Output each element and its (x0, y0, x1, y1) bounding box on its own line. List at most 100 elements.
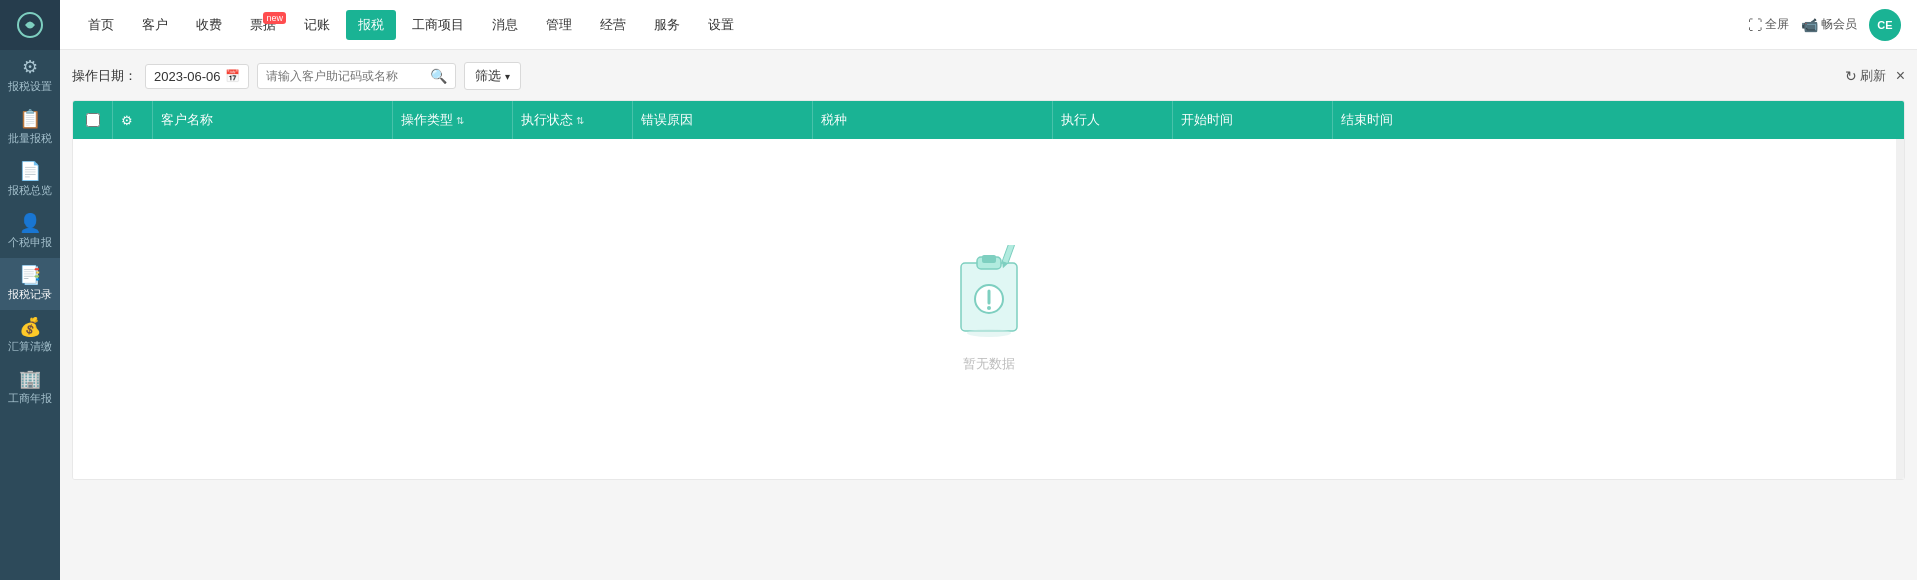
svg-rect-7 (1002, 245, 1014, 264)
th-exec-status[interactable]: 执行状态 ⇅ (513, 101, 633, 139)
th-tax-type: 税种 (813, 101, 1053, 139)
th-exec-status-label: 执行状态 (521, 111, 573, 129)
nav-manage[interactable]: 管理 (534, 10, 584, 40)
personal-tax-icon: 👤 (19, 214, 41, 232)
main-area: 首页 客户 收费 票据 new 记账 报税 工商项目 消息 管理 经营 服务 设… (60, 0, 1917, 580)
sidebar-item-label: 工商年报 (8, 391, 52, 406)
nav-tax[interactable]: 报税 (346, 10, 396, 40)
fullscreen-button[interactable]: ⛶ 全屏 (1748, 16, 1789, 33)
svg-point-9 (967, 329, 1011, 337)
sidebar-item-tax-settings[interactable]: ⚙ 报税设置 (0, 50, 60, 102)
refresh-button[interactable]: ↻ 刷新 (1845, 67, 1886, 85)
th-operation-type[interactable]: 操作类型 ⇅ (393, 101, 513, 139)
nav-operation[interactable]: 经营 (588, 10, 638, 40)
sidebar-logo[interactable] (0, 0, 60, 50)
search-input[interactable] (266, 69, 426, 83)
th-end-time-label: 结束时间 (1341, 111, 1393, 129)
th-customer-label: 客户名称 (161, 111, 213, 129)
calc-payment-icon: 💰 (19, 318, 41, 336)
sidebar-item-tax-summary[interactable]: 📄 报税总览 (0, 154, 60, 206)
annual-report-icon: 🏢 (19, 370, 41, 388)
date-value: 2023-06-06 (154, 69, 221, 84)
th-end-time: 结束时间 (1333, 101, 1453, 139)
th-checkbox[interactable] (73, 101, 113, 139)
th-error-reason-label: 错误原因 (641, 111, 693, 129)
fullscreen-label: 全屏 (1765, 16, 1789, 33)
th-executor: 执行人 (1053, 101, 1173, 139)
empty-illustration (949, 245, 1029, 345)
scroll-indicator[interactable] (1896, 139, 1904, 479)
close-icon: × (1896, 67, 1905, 84)
table-header: ⚙ 客户名称 操作类型 ⇅ 执行状态 ⇅ 错误原因 (73, 101, 1904, 139)
sort-icon: ⇅ (576, 115, 584, 126)
user-initials: CE (1877, 19, 1892, 31)
sidebar-item-label: 批量报税 (8, 131, 52, 146)
calendar-icon: 📅 (225, 69, 240, 83)
sidebar-item-calc-payment[interactable]: 💰 汇算清缴 (0, 310, 60, 362)
close-button[interactable]: × (1896, 67, 1905, 85)
filter-label: 筛选 (475, 67, 501, 85)
sidebar-item-batch-tax[interactable]: 📋 批量报税 (0, 102, 60, 154)
fullscreen-icon: ⛶ (1748, 17, 1762, 33)
refresh-label: 刷新 (1860, 67, 1886, 85)
member-button[interactable]: 📹 畅会员 (1801, 16, 1857, 33)
nav-settings[interactable]: 设置 (696, 10, 746, 40)
batch-tax-icon: 📋 (19, 110, 41, 128)
new-badge: new (263, 12, 286, 25)
nav-customer[interactable]: 客户 (130, 10, 180, 40)
sort-icon: ⇅ (456, 115, 464, 126)
content-area: 操作日期： 2023-06-06 📅 🔍 筛选 ▾ ↻ 刷新 (60, 50, 1917, 580)
sidebar-item-label: 报税设置 (8, 79, 52, 94)
nav-items: 首页 客户 收费 票据 new 记账 报税 工商项目 消息 管理 经营 服务 设… (76, 10, 1748, 40)
chevron-down-icon: ▾ (505, 71, 510, 82)
date-picker[interactable]: 2023-06-06 📅 (145, 64, 249, 89)
filter-button[interactable]: 筛选 ▾ (464, 62, 521, 90)
th-start-time: 开始时间 (1173, 101, 1333, 139)
member-label: 畅会员 (1821, 16, 1857, 33)
nav-message[interactable]: 消息 (480, 10, 530, 40)
settings-icon: ⚙ (121, 113, 133, 128)
topnav-right: ⛶ 全屏 📹 畅会员 CE (1748, 9, 1901, 41)
th-settings[interactable]: ⚙ (113, 101, 153, 139)
tax-summary-icon: 📄 (19, 162, 41, 180)
nav-home[interactable]: 首页 (76, 10, 126, 40)
svg-rect-3 (982, 255, 996, 263)
page-area: 操作日期： 2023-06-06 📅 🔍 筛选 ▾ ↻ 刷新 (60, 50, 1917, 580)
nav-business[interactable]: 工商项目 (400, 10, 476, 40)
nav-service[interactable]: 服务 (642, 10, 692, 40)
th-executor-label: 执行人 (1061, 111, 1100, 129)
sidebar-item-personal-tax[interactable]: 👤 个税申报 (0, 206, 60, 258)
sidebar-item-label: 报税记录 (8, 287, 52, 302)
data-table: ⚙ 客户名称 操作类型 ⇅ 执行状态 ⇅ 错误原因 (72, 100, 1905, 480)
tax-records-icon: 📑 (19, 266, 41, 284)
search-wrap: 🔍 (257, 63, 456, 89)
nav-invoice[interactable]: 票据 new (238, 10, 288, 40)
empty-text: 暂无数据 (963, 355, 1015, 373)
th-operation-type-label: 操作类型 (401, 111, 453, 129)
sidebar-item-tax-records[interactable]: 📑 报税记录 (0, 258, 60, 310)
empty-state: 暂无数据 (909, 205, 1069, 413)
top-navigation: 首页 客户 收费 票据 new 记账 报税 工商项目 消息 管理 经营 服务 设… (60, 0, 1917, 50)
toolbar-right: ↻ 刷新 × (1845, 67, 1905, 85)
date-label: 操作日期： (72, 67, 137, 85)
th-tax-type-label: 税种 (821, 111, 847, 129)
select-all-checkbox[interactable] (86, 113, 100, 127)
sidebar-item-label: 报税总览 (8, 183, 52, 198)
th-start-time-label: 开始时间 (1181, 111, 1233, 129)
member-icon: 📹 (1801, 17, 1818, 33)
toolbar: 操作日期： 2023-06-06 📅 🔍 筛选 ▾ ↻ 刷新 (72, 62, 1905, 90)
tax-settings-icon: ⚙ (22, 58, 38, 76)
nav-accounting[interactable]: 记账 (292, 10, 342, 40)
refresh-icon: ↻ (1845, 68, 1857, 84)
sidebar-item-label: 汇算清缴 (8, 339, 52, 354)
svg-point-6 (987, 306, 991, 310)
sidebar-item-annual-report[interactable]: 🏢 工商年报 (0, 362, 60, 414)
sidebar: ⚙ 报税设置 📋 批量报税 📄 报税总览 👤 个税申报 📑 报税记录 💰 汇算清… (0, 0, 60, 580)
search-icon: 🔍 (430, 68, 447, 84)
th-error-reason: 错误原因 (633, 101, 813, 139)
user-avatar[interactable]: CE (1869, 9, 1901, 41)
nav-billing[interactable]: 收费 (184, 10, 234, 40)
table-body: 暂无数据 (73, 139, 1904, 479)
th-customer: 客户名称 (153, 101, 393, 139)
sidebar-item-label: 个税申报 (8, 235, 52, 250)
